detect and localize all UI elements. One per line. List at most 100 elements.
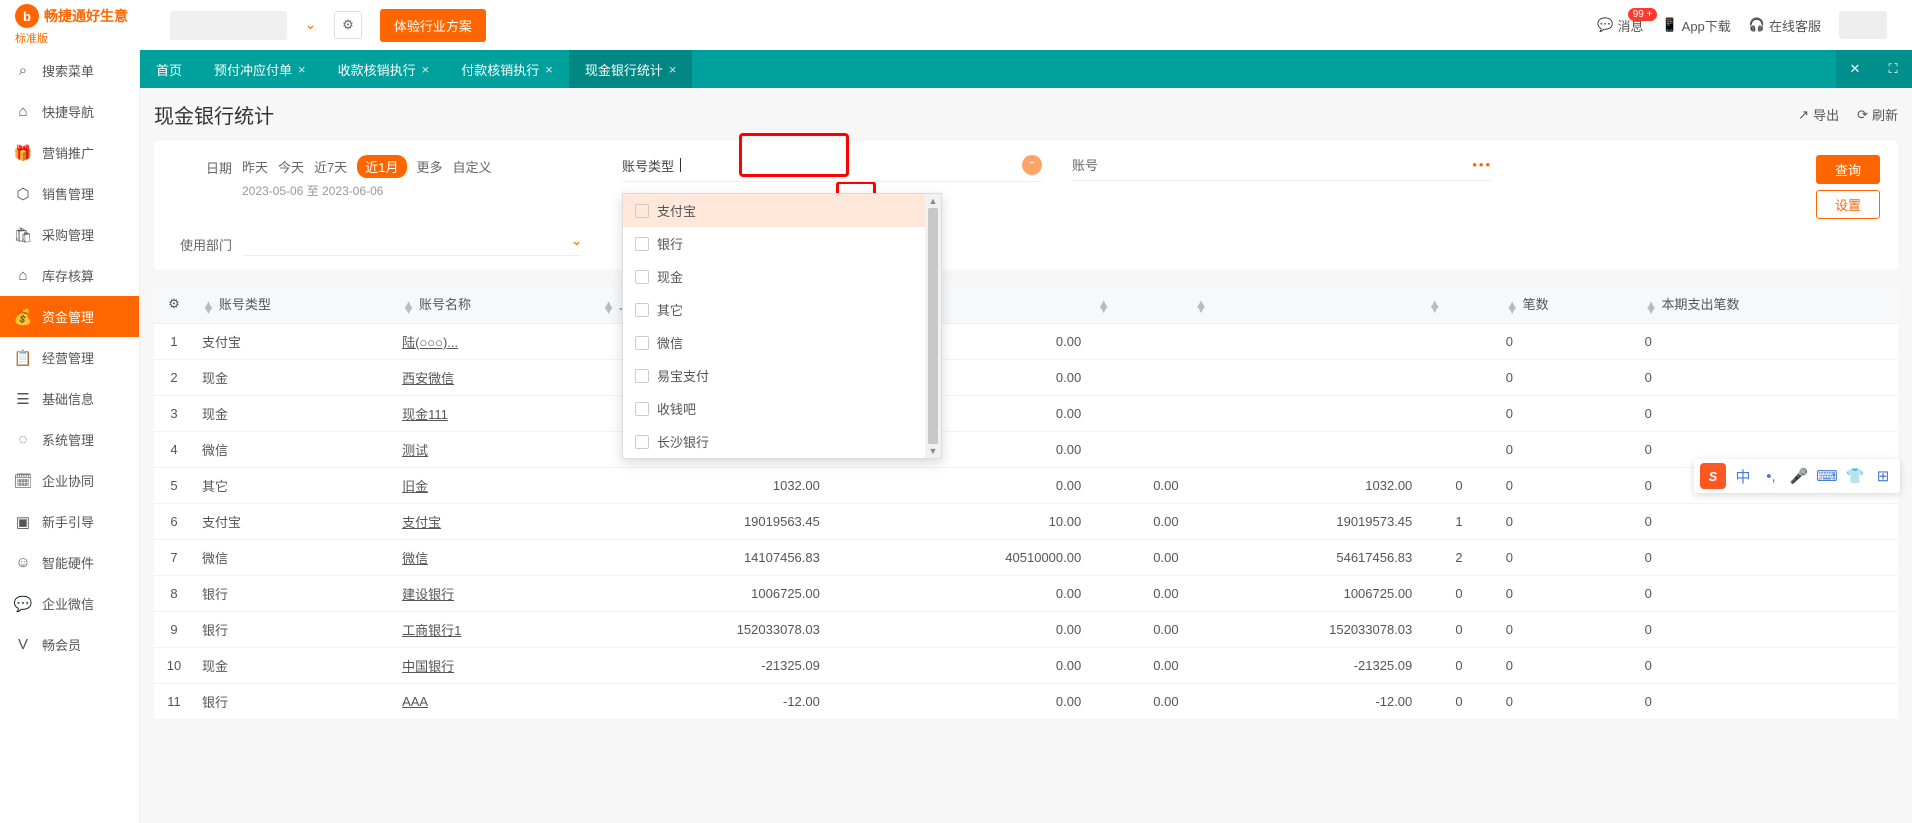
- tab[interactable]: 首页: [140, 50, 198, 88]
- checkbox[interactable]: [635, 435, 649, 449]
- close-icon[interactable]: ×: [545, 62, 553, 77]
- table-header[interactable]: ▲▼账号类型: [194, 284, 394, 324]
- app-download-button[interactable]: 📱 App下载: [1661, 16, 1730, 35]
- query-button[interactable]: 查询: [1816, 155, 1880, 184]
- tab[interactable]: 收款核销执行×: [322, 50, 446, 88]
- checkbox[interactable]: [635, 270, 649, 284]
- sidebar-item[interactable]: V畅会员: [0, 624, 139, 665]
- ime-zh-icon[interactable]: 中: [1732, 465, 1754, 487]
- tab-close-all[interactable]: ✕: [1836, 50, 1874, 88]
- ime-punct-icon[interactable]: •,: [1760, 465, 1782, 487]
- table-header[interactable]: ▲▼账号名称: [394, 284, 594, 324]
- sidebar-item[interactable]: 🎁营销推广: [0, 132, 139, 173]
- sidebar-item[interactable]: 🛍采购管理: [0, 214, 139, 255]
- checkbox[interactable]: [635, 369, 649, 383]
- tab[interactable]: 付款核销执行×: [445, 50, 569, 88]
- ime-mic-icon[interactable]: 🎤: [1788, 465, 1810, 487]
- sort-icon[interactable]: ▲▼: [1645, 302, 1658, 312]
- account-link[interactable]: 现金111: [402, 407, 448, 422]
- sidebar-item[interactable]: 📋经营管理: [0, 337, 139, 378]
- th-gear[interactable]: ⚙: [154, 284, 194, 324]
- sidebar-item[interactable]: ⬡销售管理: [0, 173, 139, 214]
- dropdown-scrollbar[interactable]: ▲ ▼: [925, 194, 941, 458]
- account-link[interactable]: 测试: [402, 443, 428, 458]
- dept-field[interactable]: ⌄: [242, 233, 582, 256]
- dropdown-item[interactable]: 长沙银行: [623, 425, 941, 458]
- ime-grid-icon[interactable]: ⊞: [1872, 465, 1894, 487]
- account-link[interactable]: 微信: [402, 551, 428, 566]
- gear-icon[interactable]: ⚙: [334, 11, 362, 39]
- date-chip[interactable]: 近7天: [314, 157, 347, 176]
- sidebar-item[interactable]: ▣新手引导: [0, 501, 139, 542]
- sort-icon[interactable]: ▲▼: [602, 302, 615, 312]
- account-link[interactable]: 旧金: [402, 479, 428, 494]
- sort-icon[interactable]: ▲▼: [1195, 301, 1208, 311]
- sidebar-item[interactable]: ⌕搜索菜单: [0, 50, 139, 91]
- checkbox[interactable]: [635, 303, 649, 317]
- dropdown-item[interactable]: 现金: [623, 260, 941, 293]
- dropdown-item[interactable]: 银行: [623, 227, 941, 260]
- scroll-thumb[interactable]: [928, 208, 938, 444]
- dropdown-item[interactable]: 支付宝: [623, 194, 941, 227]
- date-chip[interactable]: 今天: [278, 157, 304, 176]
- date-chip[interactable]: 近1月: [357, 155, 406, 178]
- checkbox[interactable]: [635, 336, 649, 350]
- tab-fullscreen[interactable]: ⛶: [1874, 50, 1912, 88]
- account-link[interactable]: AAA: [402, 694, 428, 709]
- sidebar-item[interactable]: ☺智能硬件: [0, 542, 139, 583]
- tab[interactable]: 现金银行统计×: [569, 50, 693, 88]
- sidebar-item[interactable]: ☰基础信息: [0, 378, 139, 419]
- scroll-down-icon[interactable]: ▼: [929, 446, 938, 456]
- sort-icon[interactable]: ▲▼: [1097, 301, 1110, 311]
- support-button[interactable]: 🎧 在线客服: [1749, 16, 1821, 35]
- account-link[interactable]: 西安微信: [402, 371, 454, 386]
- sidebar-item[interactable]: ⌂快捷导航: [0, 91, 139, 132]
- sort-icon[interactable]: ▲▼: [1506, 302, 1519, 312]
- date-chip[interactable]: 更多: [417, 157, 443, 176]
- table-header[interactable]: ▲▼: [1420, 284, 1497, 324]
- account-type-field[interactable]: 账号类型 ⌃: [622, 155, 1042, 182]
- avatar[interactable]: [1839, 11, 1887, 39]
- dropdown-item[interactable]: 收钱吧: [623, 392, 941, 425]
- messages-button[interactable]: 💬 消息 99 +: [1597, 16, 1643, 35]
- sort-icon[interactable]: ▲▼: [1428, 301, 1441, 311]
- export-button[interactable]: ↗导出: [1798, 105, 1839, 124]
- checkbox[interactable]: [635, 402, 649, 416]
- account-link[interactable]: 支付宝: [402, 515, 441, 530]
- company-selector[interactable]: ⌄ ⚙ 体验行业方案: [170, 9, 486, 42]
- close-icon[interactable]: ×: [669, 62, 677, 77]
- sidebar-item[interactable]: 💰资金管理: [0, 296, 139, 337]
- settings-button[interactable]: 设置: [1816, 190, 1880, 219]
- sort-icon[interactable]: ▲▼: [402, 302, 415, 312]
- checkbox[interactable]: [635, 237, 649, 251]
- table-header[interactable]: ▲▼: [1187, 284, 1421, 324]
- table-header[interactable]: ▲▼笔数: [1498, 284, 1637, 324]
- sort-icon[interactable]: ▲▼: [202, 302, 215, 312]
- date-chip[interactable]: 自定义: [453, 157, 492, 176]
- ime-skin-icon[interactable]: 👕: [1844, 465, 1866, 487]
- sidebar-item[interactable]: ◌系统管理: [0, 419, 139, 460]
- checkbox[interactable]: [635, 204, 649, 218]
- account-link[interactable]: 中国银行: [402, 659, 454, 674]
- ime-keyboard-icon[interactable]: ⌨: [1816, 465, 1838, 487]
- account-field[interactable]: 账号 •••: [1072, 155, 1492, 181]
- table-header[interactable]: ▲▼本期支出笔数: [1637, 284, 1898, 324]
- close-icon[interactable]: ×: [422, 62, 430, 77]
- sidebar-item[interactable]: 🗓企业协同: [0, 460, 139, 501]
- account-link[interactable]: 陆(○○○)...: [402, 335, 458, 350]
- dropdown-item[interactable]: 易宝支付: [623, 359, 941, 392]
- close-icon[interactable]: ×: [298, 62, 306, 77]
- tab[interactable]: 预付冲应付单×: [198, 50, 322, 88]
- ime-toolbar[interactable]: S 中 •, 🎤 ⌨ 👕 ⊞: [1694, 459, 1900, 493]
- scroll-up-icon[interactable]: ▲: [929, 196, 938, 206]
- refresh-button[interactable]: ⟳刷新: [1857, 105, 1898, 124]
- table-header[interactable]: ▲▼: [1089, 284, 1186, 324]
- account-link[interactable]: 建设银行: [402, 587, 454, 602]
- sidebar-item[interactable]: 💬企业微信: [0, 583, 139, 624]
- account-link[interactable]: 工商银行1: [402, 623, 461, 638]
- trial-button[interactable]: 体验行业方案: [380, 9, 486, 42]
- more-icon[interactable]: •••: [1472, 157, 1492, 172]
- date-chip[interactable]: 昨天: [242, 157, 268, 176]
- sidebar-item[interactable]: ⌂库存核算: [0, 255, 139, 296]
- collapse-icon[interactable]: ⌃: [1022, 155, 1042, 175]
